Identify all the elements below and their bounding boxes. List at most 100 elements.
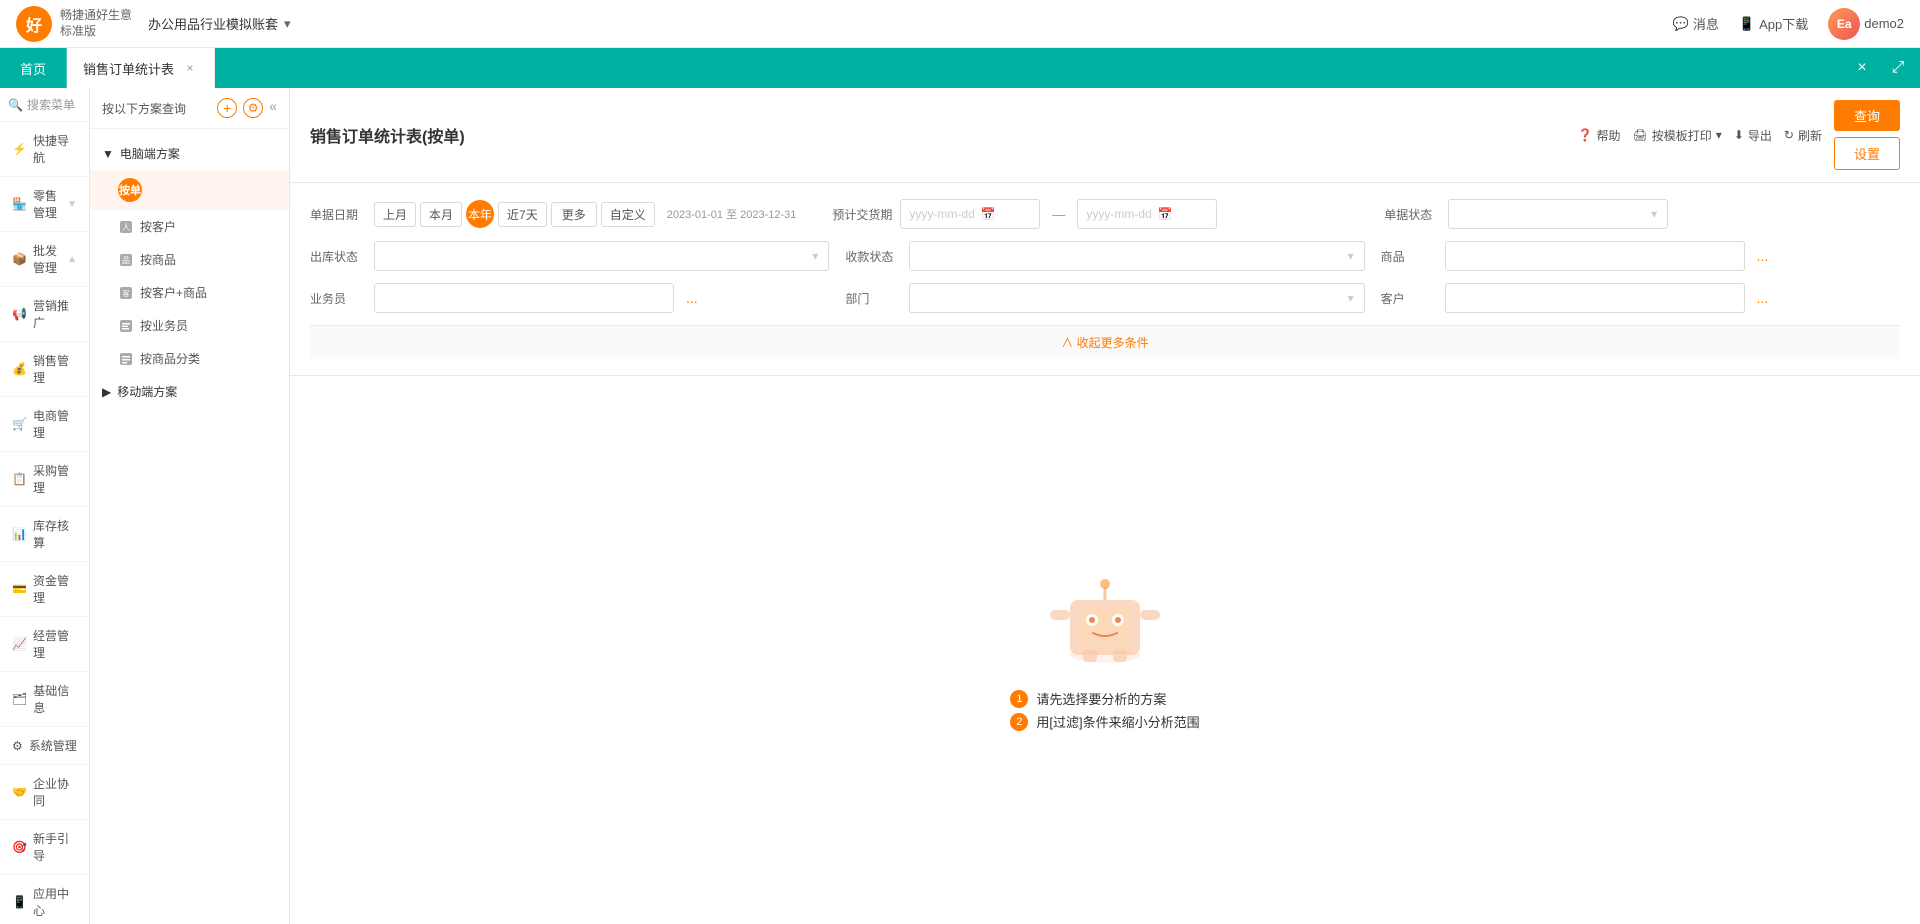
tab-sales-stats[interactable]: 销售订单统计表 ×: [67, 48, 215, 88]
sidebar-item-wholesale[interactable]: 📦 批发管理 ▲: [0, 232, 89, 287]
doc-status-label: 单据状态: [1384, 206, 1440, 223]
sidebar-item-ecommerce[interactable]: 🛒 电商管理: [0, 397, 89, 452]
tree-item-by-customer[interactable]: 人 按客户: [90, 210, 289, 243]
mobile-group-label: 移动端方案: [117, 383, 177, 400]
system-title-dropdown[interactable]: ▾: [284, 16, 291, 32]
last-month-btn[interactable]: 上月: [374, 202, 416, 227]
newuser-icon: 🎯: [12, 840, 27, 854]
user-area[interactable]: Ea demo2: [1828, 8, 1904, 40]
message-icon: 💬: [1673, 16, 1689, 32]
sidebar-item-retail[interactable]: 🏪 零售管理 ▼: [0, 177, 89, 232]
mobile-group-chevron: ▶: [102, 385, 111, 399]
custom-btn[interactable]: 自定义: [601, 202, 655, 227]
tree-item-by-cust-goods[interactable]: 客 按客户+商品: [90, 276, 289, 309]
svg-text:品: 品: [122, 256, 130, 265]
panel-settings-btn[interactable]: ⚙: [243, 98, 263, 118]
tab-expand-btn[interactable]: ⤢: [1884, 54, 1912, 82]
step-2-text: 用[过滤]条件来缩小分析范围: [1036, 712, 1199, 731]
goods-input[interactable]: [1445, 241, 1745, 271]
settings-btn[interactable]: 设置: [1834, 137, 1900, 170]
download-icon: 📱: [1739, 16, 1755, 32]
sidebar-item-corp[interactable]: 🤝 企业协同: [0, 765, 89, 820]
out-status-select[interactable]: ▾: [374, 241, 829, 271]
panel-header: 按以下方案查询 + ⚙ «: [90, 88, 289, 129]
sidebar-item-operations[interactable]: 📈 经营管理: [0, 617, 89, 672]
expected-date-label: 预计交货期: [832, 206, 892, 223]
tree-item-by-order[interactable]: 按单: [90, 170, 289, 210]
doc-status-item: 单据状态 ▾: [1384, 199, 1900, 229]
svg-text:客: 客: [123, 289, 130, 298]
message-btn[interactable]: 💬 消息: [1673, 14, 1719, 33]
customer-input[interactable]: [1445, 283, 1745, 313]
tree-item-by-goods[interactable]: 品 按商品: [90, 243, 289, 276]
corp-icon: 🤝: [12, 785, 27, 799]
empty-icon: [1045, 565, 1165, 665]
collapse-icon: ∧: [1061, 336, 1076, 350]
export-btn[interactable]: ⬇ 导出: [1734, 127, 1772, 144]
customer-label: 客户: [1381, 290, 1437, 307]
goods-ellipsis-btn[interactable]: ...: [1753, 248, 1773, 264]
sidebar-search[interactable]: 🔍 搜索菜单: [0, 88, 89, 122]
panel-add-btn[interactable]: +: [217, 98, 237, 118]
department-select[interactable]: ▾: [909, 283, 1364, 313]
receipt-status-select[interactable]: ▾: [909, 241, 1364, 271]
system-icon: ⚙: [12, 739, 23, 753]
logo-icon: 好: [16, 6, 52, 42]
tree-group-mobile-header[interactable]: ▶ 移动端方案: [90, 375, 289, 408]
tab-home[interactable]: 首页: [0, 48, 67, 88]
sidebar-item-basic[interactable]: 🗂 基础信息: [0, 672, 89, 727]
doc-status-dropdown-icon: ▾: [1651, 207, 1657, 221]
tree-item-by-category[interactable]: 按商品分类: [90, 342, 289, 375]
expected-date-start[interactable]: yyyy-mm-dd 📅: [900, 199, 1040, 229]
calendar-icon-end: 📅: [1158, 207, 1173, 221]
tab-close-btn[interactable]: ×: [182, 60, 198, 76]
query-btn[interactable]: 查询: [1834, 100, 1900, 131]
salesman-ellipsis-btn[interactable]: ...: [682, 290, 702, 306]
current-year-btn[interactable]: 本年: [466, 200, 494, 228]
help-btn[interactable]: ❓ 帮助: [1578, 127, 1621, 144]
operations-icon: 📈: [12, 637, 27, 651]
date-start-placeholder: yyyy-mm-dd: [909, 207, 974, 221]
page-header: 销售订单统计表(按单) ❓ 帮助 🖨 按模板打印 ▾ ⬇ 导出: [290, 88, 1920, 183]
last7-btn[interactable]: 近7天: [498, 202, 547, 227]
sidebar-item-quick-nav[interactable]: ⚡ 快捷导航: [0, 122, 89, 177]
svg-text:人: 人: [122, 223, 130, 232]
expected-date-end[interactable]: yyyy-mm-dd 📅: [1077, 199, 1217, 229]
search-icon: 🔍: [8, 98, 23, 112]
sidebar-item-inventory[interactable]: 📊 库存核算: [0, 507, 89, 562]
app-download-btn[interactable]: 📱 App下载: [1739, 14, 1808, 33]
this-month-btn[interactable]: 本月: [420, 202, 462, 227]
collapse-bar[interactable]: ∧ 收起更多条件: [310, 325, 1900, 359]
panel-actions: + ⚙ «: [217, 98, 277, 118]
tree-item-by-salesman[interactable]: 按业务员: [90, 309, 289, 342]
sidebar-item-sales[interactable]: 💰 销售管理: [0, 342, 89, 397]
panel-collapse-btn[interactable]: «: [269, 98, 277, 118]
sales-icon: 💰: [12, 362, 27, 376]
sidebar-item-system[interactable]: ⚙ 系统管理: [0, 727, 89, 765]
receipt-status-label: 收款状态: [845, 248, 901, 265]
out-status-item: 出库状态 ▾: [310, 241, 829, 271]
inner-layout: 按以下方案查询 + ⚙ « ▼ 电脑端方案 按单: [90, 88, 1920, 924]
retail-icon: 🏪: [12, 197, 27, 211]
tab-close-window-btn[interactable]: ×: [1848, 54, 1876, 82]
sidebar-item-finance[interactable]: 💳 资金管理: [0, 562, 89, 617]
query-btn-group: 查询 设置: [1834, 100, 1900, 170]
sidebar-item-marketing[interactable]: 📢 营销推广: [0, 287, 89, 342]
date-dash: —: [1048, 207, 1069, 222]
logo-area: 好 畅捷通好生意 标准版: [16, 6, 132, 42]
empty-step-1: 1 请先选择要分析的方案: [1010, 689, 1199, 708]
customer-ellipsis-btn[interactable]: ...: [1753, 290, 1773, 306]
more-date-btn[interactable]: 更多: [551, 202, 597, 227]
date-range: 2023-01-01 至 2023-12-31: [667, 206, 797, 222]
pc-group-label: 电脑端方案: [120, 145, 180, 162]
sidebar-item-appcenter[interactable]: 📱 应用中心: [0, 875, 89, 924]
salesman-input[interactable]: [374, 283, 674, 313]
sidebar-item-purchase[interactable]: 📋 采购管理: [0, 452, 89, 507]
refresh-btn[interactable]: ↻ 刷新: [1784, 127, 1822, 144]
sidebar-item-newuser[interactable]: 🎯 新手引导: [0, 820, 89, 875]
department-item: 部门 ▾: [845, 283, 1364, 313]
template-print-btn[interactable]: 🖨 按模板打印 ▾: [1633, 127, 1722, 144]
doc-status-select[interactable]: ▾: [1448, 199, 1668, 229]
refresh-icon: ↻: [1784, 128, 1794, 142]
tree-group-pc-header[interactable]: ▼ 电脑端方案: [90, 137, 289, 170]
